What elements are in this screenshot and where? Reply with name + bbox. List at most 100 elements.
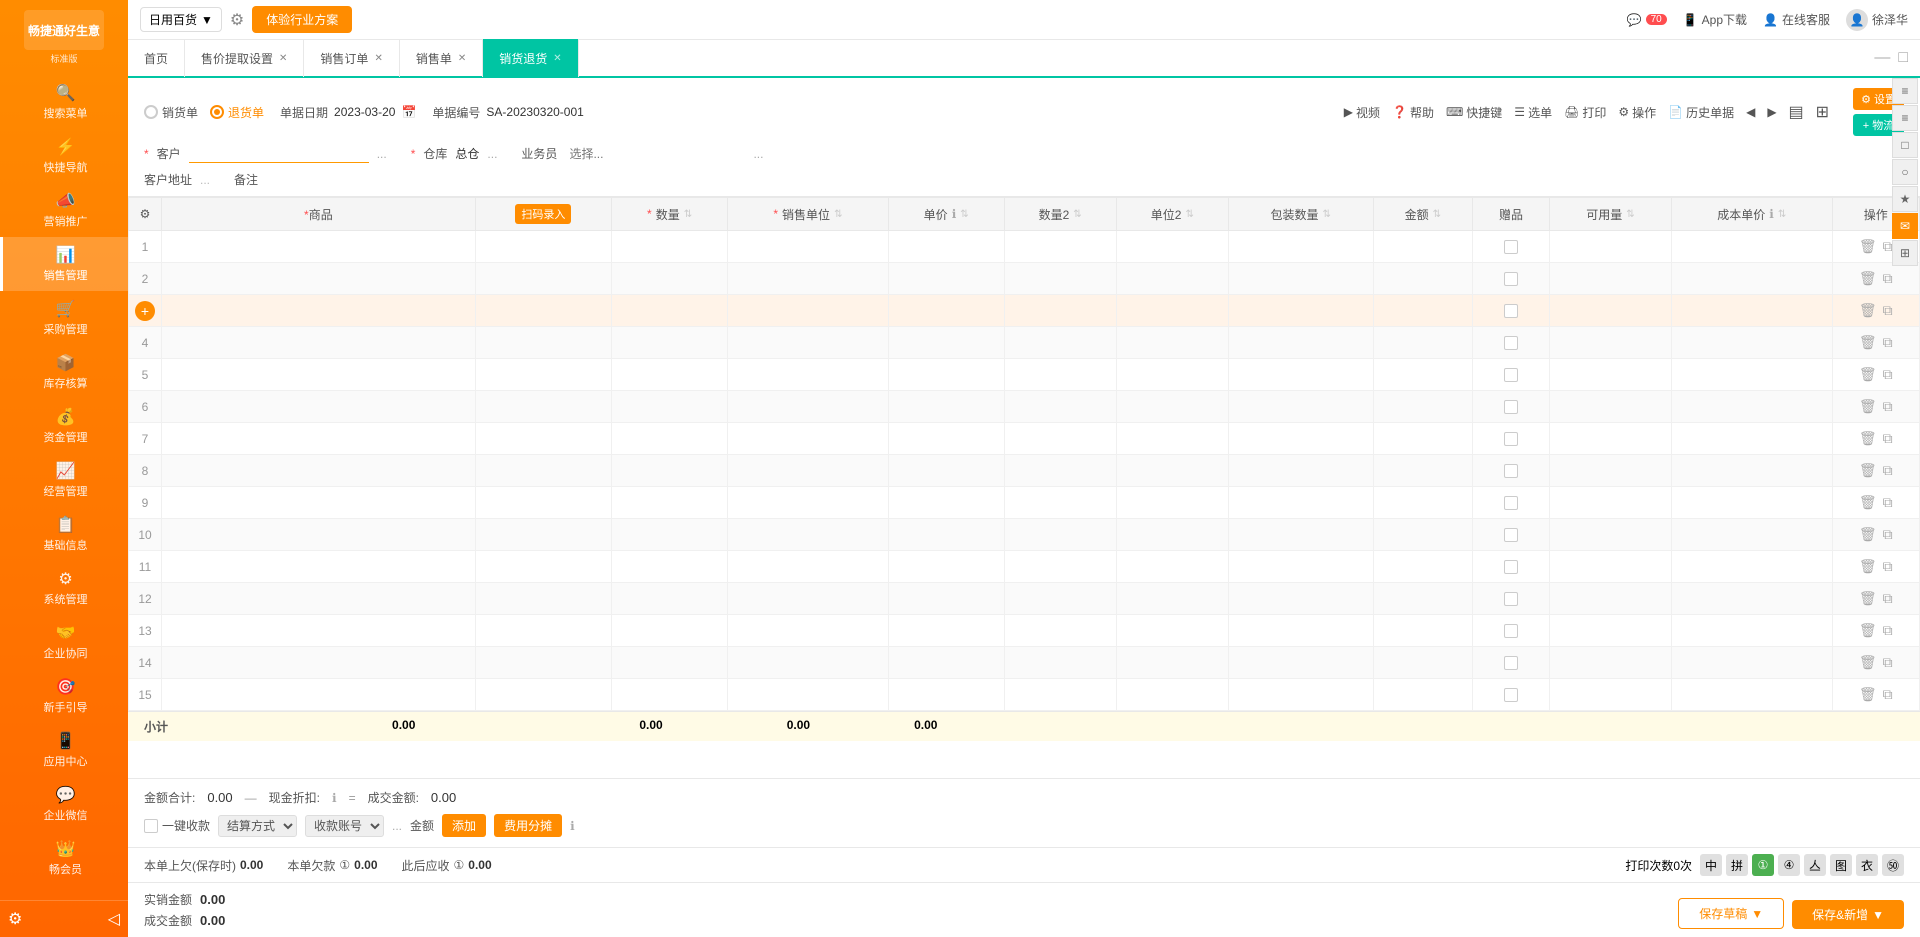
copy-icon-9[interactable]: ⧉ [1883, 494, 1893, 511]
td-cost-2[interactable] [1671, 263, 1832, 295]
save-new-btn[interactable]: 保存&新增 ▼ [1792, 900, 1904, 929]
td-qty-4[interactable] [612, 327, 728, 359]
product-input-14[interactable] [168, 656, 469, 670]
td-product-9[interactable] [162, 487, 476, 519]
fee-split-btn[interactable]: 费用分摊 [494, 814, 562, 837]
user-profile-btn[interactable]: 👤 徐泽华 [1846, 9, 1908, 31]
td-price-14[interactable] [888, 647, 1004, 679]
td-gift-11[interactable] [1473, 551, 1550, 583]
td-unit-7[interactable] [728, 423, 889, 455]
sidebar-item-8[interactable]: 📋 基础信息 [0, 507, 128, 561]
gift-checkbox-14[interactable] [1504, 656, 1518, 670]
td-cost-10[interactable] [1671, 519, 1832, 551]
td-price-15[interactable] [888, 679, 1004, 711]
td-gift-10[interactable] [1473, 519, 1550, 551]
td-cost-5[interactable] [1671, 359, 1832, 391]
td-price-4[interactable] [888, 327, 1004, 359]
gift-checkbox-7[interactable] [1504, 432, 1518, 446]
td-unit-5[interactable] [728, 359, 889, 391]
rfp-btn-4[interactable]: ○ [1892, 159, 1918, 185]
td-available-9[interactable] [1549, 487, 1671, 519]
td-unit2-1[interactable] [1116, 231, 1228, 263]
td-product-13[interactable] [162, 615, 476, 647]
copy-icon-12[interactable]: ⧉ [1883, 590, 1893, 607]
copy-icon-8[interactable]: ⧉ [1883, 462, 1893, 479]
rfp-btn-3[interactable]: □ [1892, 132, 1918, 158]
td-amount-10[interactable] [1373, 519, 1473, 551]
td-qty-5[interactable] [612, 359, 728, 391]
list-view-btn[interactable]: ▤ [1789, 102, 1804, 122]
gift-checkbox-13[interactable] [1504, 624, 1518, 638]
copy-icon-15[interactable]: ⧉ [1883, 686, 1893, 703]
td-unit-14[interactable] [728, 647, 889, 679]
one-key-checkbox[interactable] [144, 819, 158, 833]
copy-icon-3[interactable]: ⧉ [1883, 302, 1893, 319]
td-pkg-4[interactable] [1228, 327, 1373, 359]
copy-icon-11[interactable]: ⧉ [1883, 558, 1893, 575]
delete-icon-4[interactable]: 🗑 [1859, 334, 1877, 351]
td-price-1[interactable] [888, 231, 1004, 263]
shortcut-btn[interactable]: ⌨ 快捷键 [1446, 104, 1502, 121]
staff-input[interactable] [565, 145, 745, 163]
td-available-4[interactable] [1549, 327, 1671, 359]
toolbar-merge-icon[interactable]: 亼 [1804, 854, 1826, 876]
sidebar-item-3[interactable]: 📊 销售管理 [0, 237, 128, 291]
td-amount-15[interactable] [1373, 679, 1473, 711]
product-input-5[interactable] [168, 368, 469, 382]
experience-btn[interactable]: 体验行业方案 [252, 6, 352, 33]
toolbar-4-icon[interactable]: ④ [1778, 854, 1800, 876]
td-unit2-2[interactable] [1116, 263, 1228, 295]
td-available-5[interactable] [1549, 359, 1671, 391]
sidebar-item-12[interactable]: 📱 应用中心 [0, 723, 128, 777]
td-unit-6[interactable] [728, 391, 889, 423]
td-price-2[interactable] [888, 263, 1004, 295]
td-qty-15[interactable] [612, 679, 728, 711]
td-pkg-6[interactable] [1228, 391, 1373, 423]
td-qty2-12[interactable] [1004, 583, 1116, 615]
td-unit-13[interactable] [728, 615, 889, 647]
delete-icon-9[interactable]: 🗑 [1859, 494, 1877, 511]
td-amount-6[interactable] [1373, 391, 1473, 423]
td-qty2-15[interactable] [1004, 679, 1116, 711]
product-input-2[interactable] [168, 272, 469, 286]
td-gift-8[interactable] [1473, 455, 1550, 487]
td-qty2-8[interactable] [1004, 455, 1116, 487]
window-minimize-btn[interactable]: — [1874, 49, 1890, 67]
gift-checkbox-5[interactable] [1504, 368, 1518, 382]
sidebar-item-10[interactable]: 🤝 企业协同 [0, 615, 128, 669]
td-price-5[interactable] [888, 359, 1004, 391]
td-product-1[interactable] [162, 231, 476, 263]
td-price-12[interactable] [888, 583, 1004, 615]
delete-icon-15[interactable]: 🗑 [1859, 686, 1877, 703]
sidebar-item-1[interactable]: ⚡ 快捷导航 [0, 129, 128, 183]
customer-input[interactable] [189, 144, 369, 163]
gift-checkbox-2[interactable] [1504, 272, 1518, 286]
radio-sales[interactable]: 销货单 [144, 104, 198, 121]
td-amount-2[interactable] [1373, 263, 1473, 295]
td-qty-3[interactable] [612, 295, 728, 327]
td-unit-1[interactable] [728, 231, 889, 263]
rfp-btn-6[interactable]: ✉ [1892, 213, 1918, 239]
td-amount-14[interactable] [1373, 647, 1473, 679]
delete-icon-12[interactable]: 🗑 [1859, 590, 1877, 607]
td-qty2-13[interactable] [1004, 615, 1116, 647]
td-available-6[interactable] [1549, 391, 1671, 423]
copy-icon-10[interactable]: ⧉ [1883, 526, 1893, 543]
window-maximize-btn[interactable]: □ [1898, 49, 1908, 67]
product-input-7[interactable] [168, 432, 469, 446]
td-amount-1[interactable] [1373, 231, 1473, 263]
scan-btn[interactable]: 扫码录入 [515, 204, 571, 224]
sidebar-settings-icon[interactable]: ⚙ [8, 909, 22, 929]
product-input-12[interactable] [168, 592, 469, 606]
td-gift-6[interactable] [1473, 391, 1550, 423]
td-unit2-6[interactable] [1116, 391, 1228, 423]
video-btn[interactable]: ▶ 视频 [1344, 104, 1380, 121]
td-product-6[interactable] [162, 391, 476, 423]
product-input-11[interactable] [168, 560, 469, 574]
td-amount-5[interactable] [1373, 359, 1473, 391]
td-unit-15[interactable] [728, 679, 889, 711]
td-cost-12[interactable] [1671, 583, 1832, 615]
td-gift-9[interactable] [1473, 487, 1550, 519]
td-qty-7[interactable] [612, 423, 728, 455]
product-input-4[interactable] [168, 336, 469, 350]
